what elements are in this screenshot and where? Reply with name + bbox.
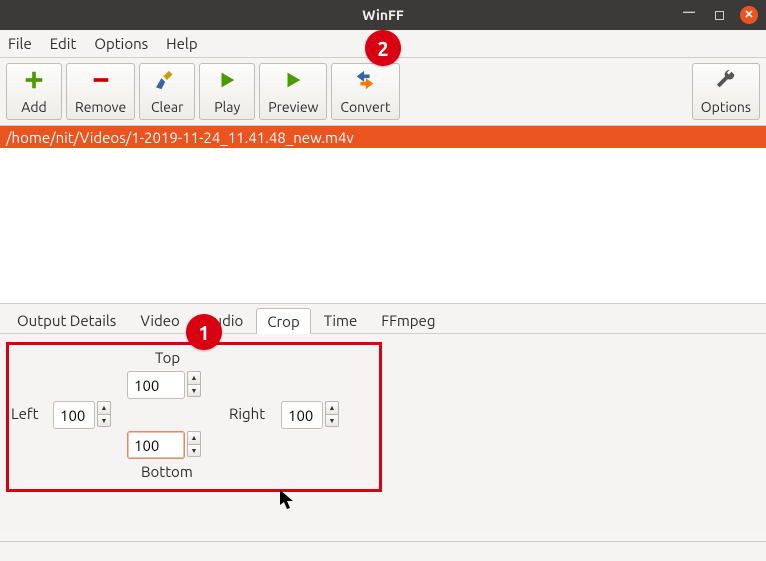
crop-left-input[interactable] [53, 401, 95, 429]
crop-bottom-down[interactable]: ▼ [187, 444, 201, 457]
convert-label: Convert [340, 99, 390, 115]
options-button[interactable]: Options [692, 63, 760, 120]
minimize-button[interactable]: — [680, 3, 698, 21]
tab-time[interactable]: Time [313, 307, 369, 333]
crop-top-label: Top [155, 349, 180, 366]
remove-label: Remove [75, 99, 126, 115]
menu-file[interactable]: File [8, 35, 32, 52]
tab-content-crop: Top ▲▼ Left ▲▼ Right ▲▼ ▲▼ Bottom [0, 334, 766, 532]
clear-label: Clear [151, 99, 183, 115]
options-label: Options [701, 99, 751, 115]
menu-edit[interactable]: Edit [50, 35, 77, 52]
tab-ffmpeg[interactable]: FFmpeg [370, 307, 446, 333]
remove-button[interactable]: Remove [66, 63, 135, 120]
tab-video[interactable]: Video [129, 307, 190, 333]
tab-crop[interactable]: Crop [256, 308, 310, 334]
crop-left-label: Left [11, 405, 39, 422]
window-controls: — ✕ [680, 6, 758, 24]
file-row-selected[interactable]: /home/nit/Videos/1-2019-11-24_11.41.48_n… [0, 126, 766, 148]
crop-left-up[interactable]: ▲ [97, 401, 111, 414]
play-icon [216, 69, 238, 95]
tabstrip: Output Details Video Audio Crop Time FFm… [0, 304, 766, 334]
maximize-button[interactable] [710, 6, 728, 24]
statusbar [0, 541, 766, 561]
app-title: WinFF [362, 7, 404, 23]
annotation-badge-1: 1 [186, 314, 222, 350]
crop-right-up[interactable]: ▲ [325, 401, 339, 414]
crop-bottom-input[interactable] [127, 431, 185, 459]
wrench-icon [715, 69, 737, 95]
clear-button[interactable]: Clear [139, 63, 195, 120]
preview-button[interactable]: Preview [259, 63, 327, 120]
add-label: Add [21, 99, 46, 115]
minus-icon [90, 69, 112, 95]
preview-icon [282, 69, 304, 95]
close-button[interactable]: ✕ [740, 6, 758, 24]
toolbar: Add Remove Clear Play Preview Convert Op… [0, 58, 766, 126]
arrows-icon [354, 69, 376, 95]
annotation-badge-2: 2 [365, 30, 401, 66]
menu-help[interactable]: Help [166, 35, 197, 52]
crop-highlight: Top ▲▼ Left ▲▼ Right ▲▼ ▲▼ Bottom [6, 342, 382, 492]
plus-icon [23, 69, 45, 95]
crop-bottom-label: Bottom [141, 463, 193, 480]
toolbar-spacer [404, 63, 688, 120]
file-path: /home/nit/Videos/1-2019-11-24_11.41.48_n… [6, 129, 354, 146]
crop-bottom-up[interactable]: ▲ [187, 431, 201, 444]
play-button[interactable]: Play [199, 63, 255, 120]
cursor-icon [280, 490, 294, 510]
crop-top-up[interactable]: ▲ [187, 371, 201, 384]
crop-top-input[interactable] [127, 371, 185, 399]
file-list-area[interactable] [0, 148, 766, 304]
crop-top-down[interactable]: ▼ [187, 384, 201, 397]
preview-label: Preview [268, 99, 318, 115]
broom-icon [156, 69, 178, 95]
add-button[interactable]: Add [6, 63, 62, 120]
crop-right-input[interactable] [281, 401, 323, 429]
crop-right-label: Right [229, 405, 265, 422]
tab-output-details[interactable]: Output Details [6, 307, 127, 333]
convert-button[interactable]: Convert [331, 63, 399, 120]
crop-left-down[interactable]: ▼ [97, 414, 111, 427]
play-label: Play [214, 99, 240, 115]
titlebar: WinFF — ✕ [0, 0, 766, 30]
crop-right-down[interactable]: ▼ [325, 414, 339, 427]
menu-options[interactable]: Options [94, 35, 148, 52]
